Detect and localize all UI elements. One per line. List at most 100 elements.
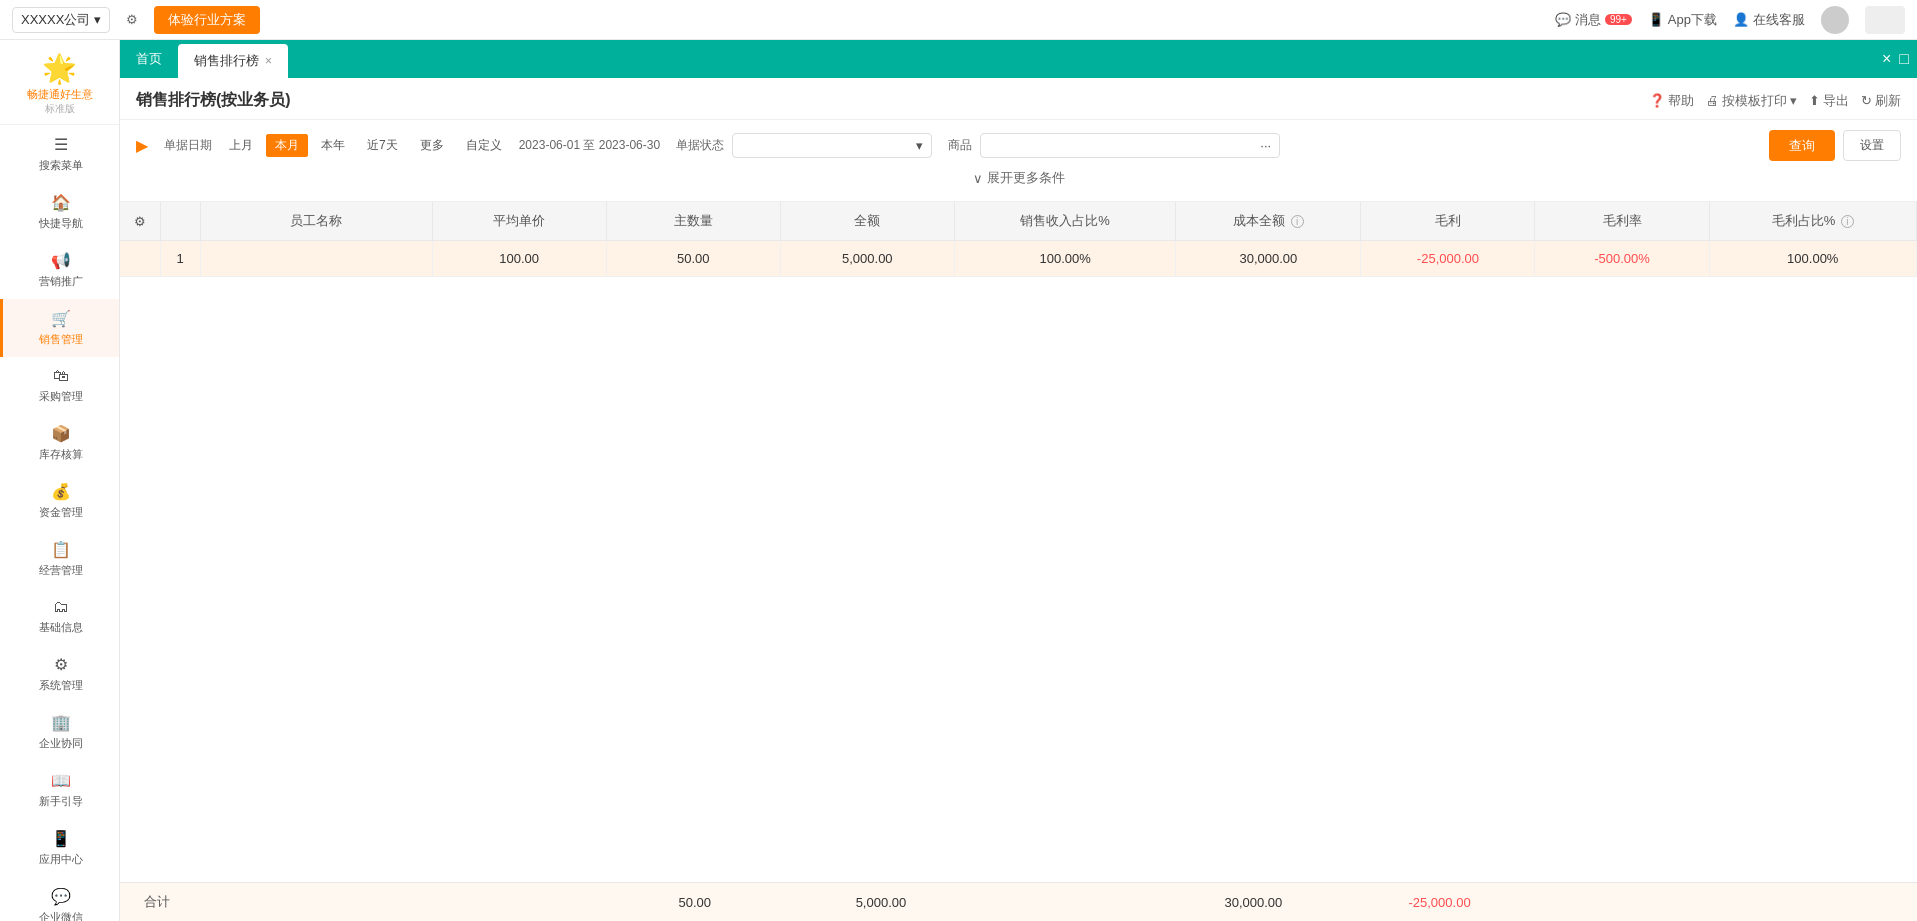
goods-input[interactable]: ···: [980, 133, 1280, 158]
sidebar-item-quick-nav[interactable]: 🏠 快捷导航: [0, 183, 119, 241]
sidebar-item-system[interactable]: ⚙ 系统管理: [0, 645, 119, 703]
col-amount: 全额: [780, 202, 954, 241]
date-tab-more[interactable]: 更多: [411, 134, 453, 157]
status-filter-item: 单据状态 ▾: [676, 133, 932, 158]
app-download-label: App下载: [1668, 11, 1717, 29]
page-content: 销售排行榜(按业务员) ❓ 帮助 🖨 按模板打印 ▾ ⬆: [120, 78, 1917, 921]
sidebar-item-apps[interactable]: 📱 应用中心: [0, 819, 119, 877]
cost-info-icon[interactable]: i: [1291, 215, 1304, 228]
sidebar-label-search: 搜索菜单: [39, 158, 83, 173]
user-name-area[interactable]: [1865, 6, 1905, 34]
sidebar-item-inventory[interactable]: 📦 库存核算: [0, 414, 119, 472]
page-title-row: 销售排行榜(按业务员) ❓ 帮助 🖨 按模板打印 ▾ ⬆: [136, 90, 1901, 119]
apps-icon: 📱: [51, 829, 71, 848]
sidebar-item-operation[interactable]: 📋 经营管理: [0, 530, 119, 588]
window-close-icon[interactable]: ×: [1882, 50, 1891, 68]
sidebar-label-system: 系统管理: [39, 678, 83, 693]
row-qty: 50.00: [606, 241, 780, 277]
sidebar-label-inventory: 库存核算: [39, 447, 83, 462]
date-tab-current-year[interactable]: 本年: [312, 134, 354, 157]
date-tab-custom[interactable]: 自定义: [457, 134, 511, 157]
wechat-icon: 💬: [51, 887, 71, 906]
sidebar: 🌟 畅捷通好生意 标准版 ☰ 搜索菜单 🏠 快捷导航 📢 营销推广 🛒 销售管理…: [0, 40, 120, 921]
sidebar-label-purchase: 采购管理: [39, 389, 83, 404]
enterprise-icon: 🏢: [51, 713, 71, 732]
sidebar-item-guide[interactable]: 📖 新手引导: [0, 761, 119, 819]
date-tab-current-month[interactable]: 本月: [266, 134, 308, 157]
date-tab-prev-month[interactable]: 上月: [220, 134, 262, 157]
export-button[interactable]: ⬆ 导出: [1809, 92, 1849, 110]
gross-ratio-info-icon[interactable]: i: [1841, 215, 1854, 228]
col-gear[interactable]: ⚙: [120, 202, 160, 241]
tab-bar-actions: × □: [1882, 50, 1917, 68]
top-bar-left: XXXXX公司 ▾ ⚙ 体验行业方案: [12, 6, 260, 34]
app-download-item[interactable]: 📱 App下载: [1648, 11, 1717, 29]
sidebar-label-operation: 经营管理: [39, 563, 83, 578]
refresh-icon: ↻: [1861, 93, 1872, 108]
sidebar-logo: 🌟 畅捷通好生意 标准版: [0, 40, 119, 125]
sidebar-item-purchase[interactable]: 🛍 采购管理: [0, 357, 119, 414]
tab-home[interactable]: 首页: [120, 40, 178, 78]
tab-sales-ranking[interactable]: 销售排行榜 ×: [178, 44, 288, 78]
table-header-row: ⚙ 员工名称 平均单价 主数量 全额 销售收入占比% 成本全额 i: [120, 202, 1917, 241]
sidebar-item-enterprise[interactable]: 🏢 企业协同: [0, 703, 119, 761]
sidebar-item-marketing[interactable]: 📢 营销推广: [0, 241, 119, 299]
template-print-button[interactable]: 🖨 按模板打印 ▾: [1706, 92, 1797, 110]
online-service-label: 在线客服: [1753, 11, 1805, 29]
filter-toggle-icon[interactable]: ▶: [136, 136, 148, 155]
export-label: 导出: [1823, 92, 1849, 110]
print-chevron-icon: ▾: [1790, 93, 1797, 108]
help-button[interactable]: ❓ 帮助: [1649, 92, 1694, 110]
main-layout: 🌟 畅捷通好生意 标准版 ☰ 搜索菜单 🏠 快捷导航 📢 营销推广 🛒 销售管理…: [0, 40, 1917, 921]
row-cost: 30,000.00: [1176, 241, 1361, 277]
refresh-button[interactable]: ↻ 刷新: [1861, 92, 1901, 110]
help-icon: ❓: [1649, 93, 1665, 108]
window-maximize-icon[interactable]: □: [1899, 50, 1909, 68]
sidebar-item-search[interactable]: ☰ 搜索菜单: [0, 125, 119, 183]
sidebar-label-guide: 新手引导: [39, 794, 83, 809]
sidebar-label-sales: 销售管理: [39, 332, 83, 347]
setting-button[interactable]: 设置: [1843, 130, 1901, 161]
company-name: XXXXX公司: [21, 11, 90, 29]
logo-sub: 标准版: [45, 102, 75, 116]
template-print-label: 按模板打印: [1722, 92, 1787, 110]
top-bar: XXXXX公司 ▾ ⚙ 体验行业方案 💬 消息 99+ 📱 App下载 👤 在线…: [0, 0, 1917, 40]
online-service-item[interactable]: 👤 在线客服: [1733, 11, 1805, 29]
service-icon: 👤: [1733, 12, 1749, 27]
chevron-down-icon: ▾: [94, 12, 101, 27]
row-avg-price: 100.00: [432, 241, 606, 277]
message-badge: 99+: [1605, 14, 1632, 25]
status-select-chevron: ▾: [916, 138, 923, 153]
expand-more-button[interactable]: ∨ 展开更多条件: [973, 169, 1065, 187]
column-settings-icon: ⚙: [134, 214, 146, 229]
date-filter-item: 单据日期 上月 本月 本年 近7天 更多 自定义 2023-06-01 至 20…: [164, 134, 660, 157]
home-icon: 🏠: [51, 193, 71, 212]
goods-filter-item: 商品 ···: [948, 133, 1280, 158]
sidebar-label-finance: 资金管理: [39, 505, 83, 520]
footer-qty: 50.00: [602, 895, 788, 910]
sidebar-item-wechat[interactable]: 💬 企业微信: [0, 877, 119, 921]
date-range-display: 2023-06-01 至 2023-06-30: [519, 137, 660, 154]
row-employee-name: [200, 241, 432, 277]
date-tab-7days[interactable]: 近7天: [358, 134, 407, 157]
status-select[interactable]: ▾: [732, 133, 932, 158]
settings-icon[interactable]: ⚙: [118, 6, 146, 34]
message-label: 消息: [1575, 11, 1601, 29]
col-gross-rate: 毛利率: [1535, 202, 1709, 241]
col-gross: 毛利: [1361, 202, 1535, 241]
trial-button[interactable]: 体验行业方案: [154, 6, 260, 34]
query-button[interactable]: 查询: [1769, 130, 1835, 161]
goods-input-more: ···: [1260, 138, 1271, 153]
sidebar-label-wechat: 企业微信: [39, 910, 83, 921]
guide-icon: 📖: [51, 771, 71, 790]
message-item[interactable]: 💬 消息 99+: [1555, 11, 1632, 29]
sidebar-item-basic[interactable]: 🗂 基础信息: [0, 588, 119, 645]
company-selector[interactable]: XXXXX公司 ▾: [12, 7, 110, 33]
sidebar-item-sales[interactable]: 🛒 销售管理: [0, 299, 119, 357]
col-sales-ratio: 销售收入占比%: [954, 202, 1176, 241]
sidebar-label-apps: 应用中心: [39, 852, 83, 867]
status-filter-label: 单据状态: [676, 137, 724, 154]
tab-close-icon[interactable]: ×: [265, 54, 272, 68]
sidebar-item-finance[interactable]: 💰 资金管理: [0, 472, 119, 530]
user-avatar[interactable]: [1821, 6, 1849, 34]
